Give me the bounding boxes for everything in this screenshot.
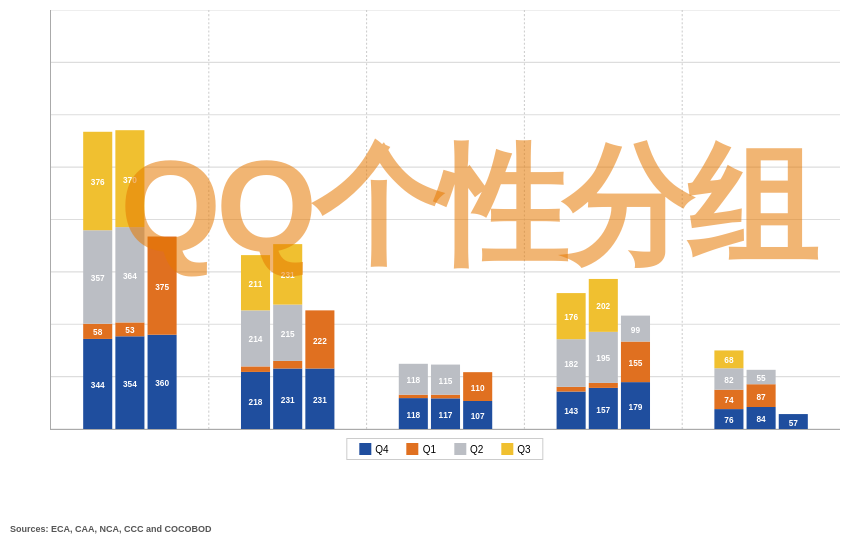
svg-text:155: 155 (629, 359, 643, 368)
svg-rect-101 (589, 383, 618, 388)
legend: Q4 Q1 Q2 Q3 (346, 438, 543, 460)
svg-text:218: 218 (249, 398, 263, 407)
svg-text:117: 117 (439, 411, 453, 420)
svg-text:74: 74 (724, 397, 734, 406)
svg-text:157: 157 (596, 406, 610, 415)
bars-svg: 02004006008001,0001,2001,4001,6002020/21… (51, 10, 840, 429)
svg-text:76: 76 (724, 416, 734, 425)
svg-text:143: 143 (564, 407, 578, 416)
svg-text:354: 354 (123, 380, 137, 389)
svg-text:231: 231 (281, 272, 295, 281)
svg-text:370: 370 (123, 176, 137, 185)
svg-text:84: 84 (756, 415, 766, 424)
svg-text:376: 376 (91, 178, 105, 187)
svg-rect-79 (399, 395, 428, 398)
legend-label-Q1: Q1 (423, 444, 436, 455)
svg-text:222: 222 (313, 337, 327, 346)
svg-rect-84 (431, 395, 460, 399)
legend-label-Q4: Q4 (375, 444, 388, 455)
chart-area: 02004006008001,0001,2001,4001,6002020/21… (50, 10, 840, 430)
legend-label-Q2: Q2 (470, 444, 483, 455)
svg-text:182: 182 (564, 360, 578, 369)
svg-text:118: 118 (406, 411, 420, 420)
svg-text:357: 357 (91, 274, 105, 283)
svg-text:344: 344 (91, 381, 105, 390)
chart-container: QQ个性分组 02004006008001,0001,2001,4001,600… (0, 0, 850, 542)
svg-text:110: 110 (471, 384, 485, 393)
legend-color-Q2 (454, 443, 466, 455)
svg-text:231: 231 (313, 396, 327, 405)
svg-text:215: 215 (281, 330, 295, 339)
svg-text:214: 214 (249, 336, 263, 345)
svg-text:82: 82 (724, 376, 734, 385)
svg-text:99: 99 (631, 326, 641, 335)
legend-color-Q1 (407, 443, 419, 455)
svg-text:107: 107 (471, 412, 485, 421)
svg-text:53: 53 (125, 326, 135, 335)
svg-text:195: 195 (596, 355, 610, 364)
svg-text:202: 202 (596, 303, 610, 312)
svg-text:179: 179 (629, 403, 643, 412)
sources-label: Sources: ECA, CAA, NCA, CCC and COCOBOD (10, 524, 212, 534)
svg-text:55: 55 (756, 374, 766, 383)
svg-text:87: 87 (756, 393, 766, 402)
svg-rect-94 (557, 387, 586, 392)
legend-color-Q4 (359, 443, 371, 455)
svg-text:375: 375 (155, 283, 169, 292)
svg-rect-60 (241, 366, 270, 371)
legend-item-Q3: Q3 (501, 443, 530, 455)
svg-text:211: 211 (249, 280, 263, 289)
svg-text:360: 360 (155, 379, 169, 388)
legend-label-Q3: Q3 (517, 444, 530, 455)
sources-line: Sources: ECA, CAA, NCA, CCC and COCOBOD (10, 524, 212, 534)
legend-item-Q2: Q2 (454, 443, 483, 455)
svg-text:58: 58 (93, 328, 103, 337)
svg-text:231: 231 (281, 396, 295, 405)
svg-text:115: 115 (439, 377, 453, 386)
svg-text:118: 118 (406, 376, 420, 385)
legend-item-Q4: Q4 (359, 443, 388, 455)
svg-text:176: 176 (564, 313, 578, 322)
legend-item-Q1: Q1 (407, 443, 436, 455)
svg-text:364: 364 (123, 272, 137, 281)
legend-color-Q3 (501, 443, 513, 455)
svg-rect-67 (273, 361, 302, 369)
svg-text:57: 57 (789, 419, 799, 428)
svg-text:68: 68 (724, 356, 734, 365)
